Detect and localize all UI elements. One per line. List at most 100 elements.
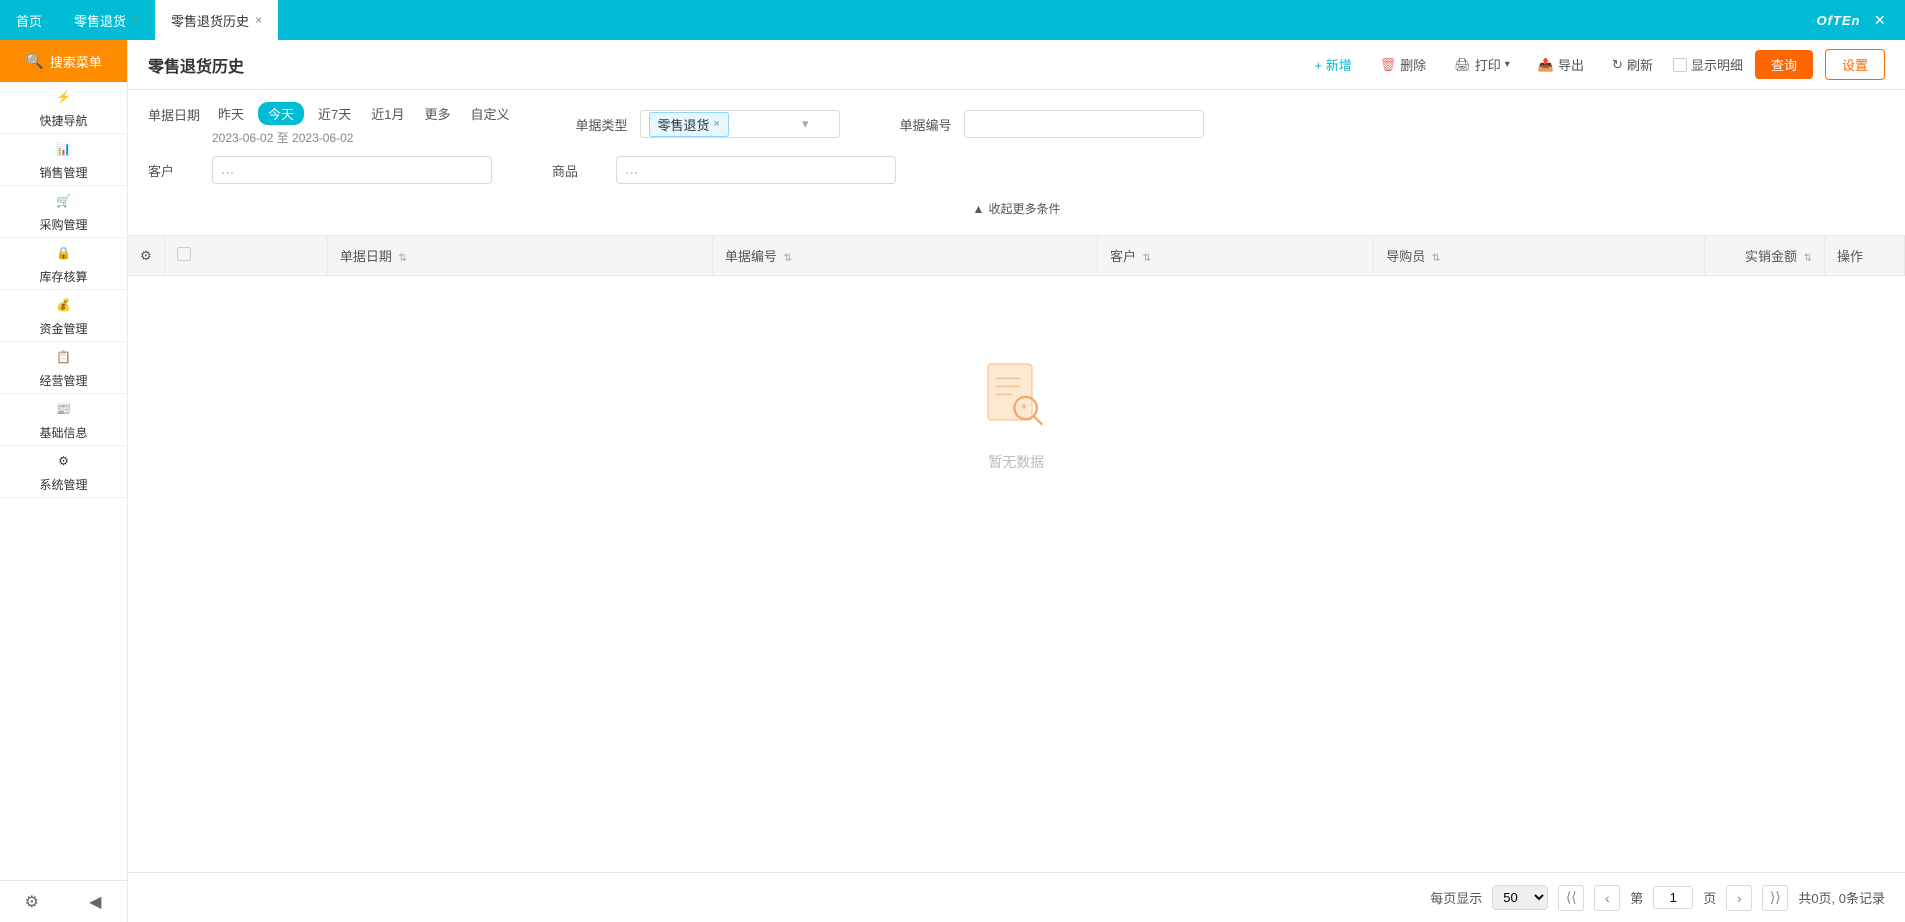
operations-icon: 📋 [53,346,75,368]
filter-row-2: 客户 ... 商品 ... [148,156,1885,184]
date-opt-more[interactable]: 更多 [419,102,457,125]
col-settings[interactable]: ⚙ [128,236,164,276]
empty-state-cell: 暂无数据 [128,276,1905,553]
sidebar-item-quick-nav-label: 快捷导航 [39,112,87,129]
col-number[interactable]: 单据编号 ⇅ [712,236,1097,276]
customer-ellipsis: ... [221,161,234,179]
tab-retail-return-history-label: 零售退货历史 [171,11,249,30]
customer-select-box[interactable]: ... [212,156,492,184]
page-size-select[interactable]: 50 100 200 [1492,885,1548,910]
number-filter-label: 单据编号 [900,115,956,134]
refresh-button[interactable]: ↻ 刷新 [1604,51,1661,78]
pagination-bar: 每页显示 50 100 200 ⟨⟨ ‹ 第 页 › ⟩⟩ 共0页, 0条记录 [128,872,1905,922]
type-select-box[interactable]: 零售退货 × [640,110,840,138]
tab-retail-return[interactable]: 零售退货 × [58,0,155,40]
main-layout: 🔍 搜索菜单 ⚡ 快捷导航 📊 销售管理 🛒 采购管理 🔒 库存核算 💰 资金管… [0,40,1905,922]
sidebar-settings-btn[interactable]: ⚙ [0,881,64,922]
sidebar-item-basic-info[interactable]: 📰 基础信息 [0,394,127,446]
export-button[interactable]: 📤 导出 [1530,51,1592,78]
print-button-label: 打印 [1475,55,1501,74]
top-bar: 首页 零售退货 × 零售退货历史 × OfTEn × [0,0,1905,40]
type-filter-label: 单据类型 [576,115,632,134]
setting-button[interactable]: 设置 [1825,49,1885,80]
goods-ellipsis: ... [625,161,638,179]
col-guide[interactable]: 导购员 ⇅ [1374,236,1705,276]
show-detail-wrap: 显示明细 [1673,55,1743,74]
empty-state: 暂无数据 [128,276,1905,552]
page-title: 零售退货历史 [148,53,244,77]
delete-button[interactable]: 🗑 删除 [1372,51,1435,78]
table-area: ⚙ 单据日期 ⇅ 单据编号 ⇅ 客户 ⇅ [128,236,1905,872]
new-button[interactable]: + 新增 [1307,51,1360,78]
sales-icon: 📊 [53,138,75,160]
date-opt-7days[interactable]: 近7天 [312,102,357,125]
table-body: 暂无数据 [128,276,1905,553]
date-options: 昨天 今天 近7天 近1月 更多 自定义 [212,102,516,125]
sidebar-item-sales[interactable]: 📊 销售管理 [0,134,127,186]
delete-button-label: 删除 [1400,55,1426,74]
col-action: 操作 [1825,236,1905,276]
page-number-input[interactable] [1653,886,1693,909]
collapse-more-btn[interactable]: ▲ 收起更多条件 [967,194,1067,223]
col-date-sort: ⇅ [398,253,406,264]
type-tag: 零售退货 × [649,112,729,137]
col-guide-label: 导购员 [1386,249,1425,264]
date-opt-today[interactable]: 今天 [258,102,304,125]
sidebar-item-operations[interactable]: 📋 经营管理 [0,342,127,394]
tab-home-label: 首页 [16,11,42,30]
sidebar-search[interactable]: 🔍 搜索菜单 [0,40,127,82]
show-detail-checkbox[interactable] [1673,58,1687,72]
page-next-btn[interactable]: › [1726,885,1752,911]
sidebar-bottom: ⚙ ◀ [0,880,127,922]
page-label-text: 第 [1630,888,1643,907]
window-close-btn[interactable]: × [1874,10,1885,31]
type-tag-close[interactable]: × [714,118,720,130]
empty-state-icon [976,356,1056,436]
tab-retail-return-history-close[interactable]: × [255,13,262,27]
page-first-btn[interactable]: ⟨⟨ [1558,885,1584,911]
number-filter-input[interactable] [964,110,1204,138]
filter-row-1: 单据日期 昨天 今天 近7天 近1月 更多 自定义 2023-06-02 至 2… [148,102,1885,146]
type-tag-text: 零售退货 [658,115,710,134]
empty-state-text: 暂无数据 [988,452,1044,472]
tab-retail-return-history[interactable]: 零售退货历史 × [155,0,278,40]
sidebar-search-label: 搜索菜单 [50,52,102,71]
print-dropdown-icon: ▾ [1505,59,1510,70]
sidebar-item-system[interactable]: ⚙ 系统管理 [0,446,127,498]
select-all-checkbox[interactable] [177,247,191,261]
col-number-label: 单据编号 [725,249,777,264]
date-opt-1month[interactable]: 近1月 [365,102,410,125]
content-area: 零售退货历史 + 新增 🗑 删除 🖨 打印 ▾ 📤 导出 [128,40,1905,922]
sidebar-item-purchase[interactable]: 🛒 采购管理 [0,186,127,238]
col-amount[interactable]: 实销金额 ⇅ [1705,236,1825,276]
goods-filter-label: 商品 [552,161,608,180]
toolbar: + 新增 🗑 删除 🖨 打印 ▾ 📤 导出 ↻ 刷新 [1307,49,1885,80]
col-amount-sort: ⇅ [1804,253,1812,264]
col-customer[interactable]: 客户 ⇅ [1098,236,1374,276]
tab-home[interactable]: 首页 [0,0,58,40]
inventory-icon: 🔒 [53,242,75,264]
page-prev-btn[interactable]: ‹ [1594,885,1620,911]
collapse-more-label: 收起更多条件 [988,200,1060,217]
page-header: 零售退货历史 + 新增 🗑 删除 🖨 打印 ▾ 📤 导出 [128,40,1905,90]
print-button[interactable]: 🖨 打印 ▾ [1446,51,1518,78]
filter-area: 单据日期 昨天 今天 近7天 近1月 更多 自定义 2023-06-02 至 2… [128,90,1905,236]
query-button[interactable]: 查询 [1755,50,1813,79]
table-head: ⚙ 单据日期 ⇅ 单据编号 ⇅ 客户 ⇅ [128,236,1905,276]
total-label: 共0页, 0条记录 [1798,888,1885,907]
basic-info-icon: 📰 [53,398,75,420]
date-opt-yesterday[interactable]: 昨天 [212,102,250,125]
sidebar-collapse-btn[interactable]: ◀ [64,881,128,922]
sidebar-item-finance[interactable]: 💰 资金管理 [0,290,127,342]
date-opt-custom[interactable]: 自定义 [465,102,516,125]
sidebar-item-finance-label: 资金管理 [39,320,87,337]
col-date[interactable]: 单据日期 ⇅ [327,236,712,276]
page-last-btn[interactable]: ⟩⟩ [1762,885,1788,911]
tab-retail-return-close[interactable]: × [132,13,139,27]
col-customer-sort: ⇅ [1143,253,1151,264]
sidebar-item-inventory[interactable]: 🔒 库存核算 [0,238,127,290]
goods-select-box[interactable]: ... [616,156,896,184]
sidebar-item-quick-nav[interactable]: ⚡ 快捷导航 [0,82,127,134]
show-detail-label: 显示明细 [1691,55,1743,74]
sidebar-item-inventory-label: 库存核算 [39,268,87,285]
